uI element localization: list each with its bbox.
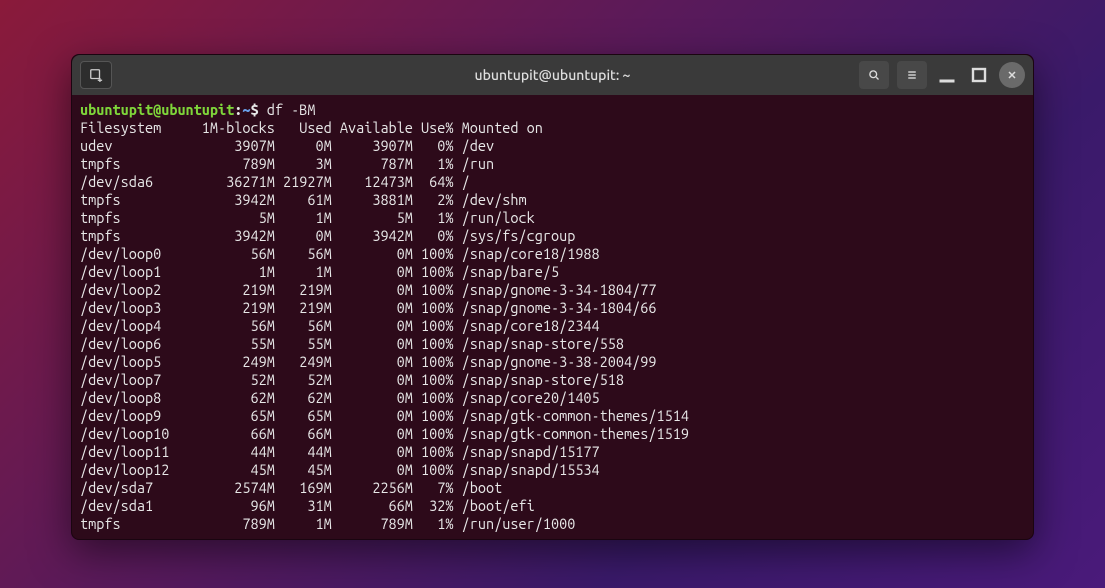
table-header-row: Filesystem 1M-blocks Used Available Use%… xyxy=(80,119,1025,137)
search-button[interactable] xyxy=(859,61,889,89)
command-text: df -BM xyxy=(267,101,316,118)
table-row: /dev/loop2 219M 219M 0M 100% /snap/gnome… xyxy=(80,281,1025,299)
prompt-path: ~ xyxy=(242,101,250,118)
prompt-line: ubuntupit@ubuntupit:~$ df -BM xyxy=(80,101,1025,119)
table-row: tmpfs 5M 1M 5M 1% /run/lock xyxy=(80,209,1025,227)
table-row: /dev/loop9 65M 65M 0M 100% /snap/gtk-com… xyxy=(80,407,1025,425)
table-row: /dev/loop7 52M 52M 0M 100% /snap/snap-st… xyxy=(80,371,1025,389)
terminal-output[interactable]: ubuntupit@ubuntupit:~$ df -BMFilesystem … xyxy=(72,95,1033,539)
terminal-window: ubuntupit@ubuntupit: ~ ubuntu xyxy=(71,54,1034,540)
table-row: /dev/sda7 2574M 169M 2256M 7% /boot xyxy=(80,479,1025,497)
table-row: /dev/loop6 55M 55M 0M 100% /snap/snap-st… xyxy=(80,335,1025,353)
table-row: /dev/loop3 219M 219M 0M 100% /snap/gnome… xyxy=(80,299,1025,317)
table-row: tmpfs 789M 3M 787M 1% /run xyxy=(80,155,1025,173)
table-row: /dev/loop0 56M 56M 0M 100% /snap/core18/… xyxy=(80,245,1025,263)
titlebar: ubuntupit@ubuntupit: ~ xyxy=(72,55,1033,95)
menu-button[interactable] xyxy=(897,61,927,89)
prompt-user-host: ubuntupit@ubuntupit xyxy=(80,101,234,118)
table-row: /dev/loop10 66M 66M 0M 100% /snap/gtk-co… xyxy=(80,425,1025,443)
table-row: /dev/loop5 249M 249M 0M 100% /snap/gnome… xyxy=(80,353,1025,371)
table-row: /dev/loop4 56M 56M 0M 100% /snap/core18/… xyxy=(80,317,1025,335)
table-row: /dev/sda6 36271M 21927M 12473M 64% / xyxy=(80,173,1025,191)
window-title: ubuntupit@ubuntupit: ~ xyxy=(475,67,631,83)
close-button[interactable] xyxy=(999,62,1025,88)
maximize-button[interactable] xyxy=(967,63,991,87)
table-row: /dev/sda1 96M 31M 66M 32% /boot/efi xyxy=(80,497,1025,515)
table-row: /dev/loop1 1M 1M 0M 100% /snap/bare/5 xyxy=(80,263,1025,281)
table-row: /dev/loop12 45M 45M 0M 100% /snap/snapd/… xyxy=(80,461,1025,479)
table-row: /dev/loop11 44M 44M 0M 100% /snap/snapd/… xyxy=(80,443,1025,461)
prompt-symbol: $ xyxy=(251,101,259,118)
table-row: udev 3907M 0M 3907M 0% /dev xyxy=(80,137,1025,155)
new-tab-button[interactable] xyxy=(80,61,112,89)
table-row: tmpfs 3942M 0M 3942M 0% /sys/fs/cgroup xyxy=(80,227,1025,245)
minimize-button[interactable] xyxy=(935,63,959,87)
table-row: tmpfs 3942M 61M 3881M 2% /dev/shm xyxy=(80,191,1025,209)
table-row: tmpfs 789M 1M 789M 1% /run/user/1000 xyxy=(80,515,1025,533)
table-row: /dev/loop8 62M 62M 0M 100% /snap/core20/… xyxy=(80,389,1025,407)
